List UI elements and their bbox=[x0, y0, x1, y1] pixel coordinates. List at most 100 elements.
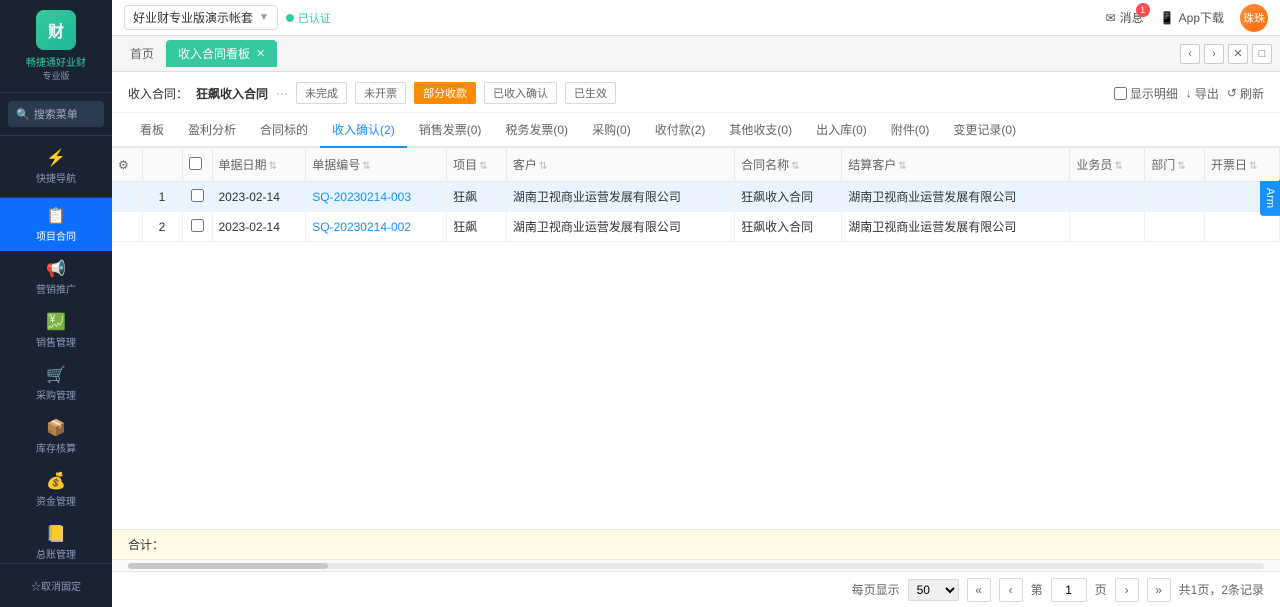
status-uninvoiced[interactable]: 未开票 bbox=[355, 82, 406, 104]
general-icon: 📒 bbox=[46, 524, 66, 544]
row-checkbox-1[interactable] bbox=[191, 189, 204, 202]
per-page-select[interactable]: 50 100 200 bbox=[908, 579, 959, 601]
sort-project-icon[interactable]: ⇅ bbox=[479, 161, 487, 172]
tab-contract-subject[interactable]: 合同标的 bbox=[248, 113, 320, 148]
col-contract-header[interactable]: 合同名称⇅ bbox=[735, 148, 842, 182]
app-download-button[interactable]: 📱 App下载 bbox=[1160, 9, 1224, 26]
col-date-header[interactable]: 单据日期⇅ bbox=[212, 148, 306, 182]
code-link-2[interactable]: SQ-20230214-002 bbox=[312, 220, 411, 234]
cell-settle-2: 湖南卫视商业运营发展有限公司 bbox=[842, 212, 1070, 242]
sidebar-item-purchase[interactable]: 🛒 采购管理 bbox=[0, 357, 112, 410]
user-avatar[interactable]: 珠珠 bbox=[1240, 4, 1268, 32]
cell-date-1: 2023-02-14 bbox=[212, 182, 306, 212]
tab-attachment[interactable]: 附件(0) bbox=[879, 113, 942, 148]
sort-code-icon[interactable]: ⇅ bbox=[362, 161, 370, 172]
tab-close-all-button[interactable]: ✕ bbox=[1228, 44, 1248, 64]
tab-menu-button[interactable]: □ bbox=[1252, 44, 1272, 64]
sort-dept-icon[interactable]: ⇅ bbox=[1177, 161, 1185, 172]
first-page-button[interactable]: « bbox=[967, 578, 991, 602]
tab-next-button[interactable]: › bbox=[1204, 44, 1224, 64]
col-sales-header[interactable]: 业务员⇅ bbox=[1070, 148, 1145, 182]
tab-kanban[interactable]: 看板 bbox=[128, 113, 176, 148]
col-opendate-header[interactable]: 开票日⇅ bbox=[1205, 148, 1280, 182]
tab-sales-invoice[interactable]: 销售发票(0) bbox=[407, 113, 494, 148]
tab-prev-button[interactable]: ‹ bbox=[1180, 44, 1200, 64]
sort-date-icon[interactable]: ⇅ bbox=[269, 161, 277, 172]
sidebar-item-project[interactable]: 📋 项目合同 bbox=[0, 198, 112, 251]
tab-revenue-confirm[interactable]: 收入确认(2) bbox=[320, 113, 407, 148]
refresh-icon: ↺ bbox=[1227, 86, 1237, 100]
status-partial-payment[interactable]: 部分收款 bbox=[414, 82, 476, 104]
table-row[interactable]: 1 2023-02-14 SQ-20230214-003 狂飙 湖南卫视商业运营… bbox=[112, 182, 1280, 212]
tab-close-button[interactable]: ✕ bbox=[256, 47, 265, 60]
sidebar-item-marketing[interactable]: 📢 营销推广 bbox=[0, 251, 112, 304]
tab-warehouse[interactable]: 出入库(0) bbox=[804, 113, 879, 148]
message-button[interactable]: ✉ 消息 1 bbox=[1106, 9, 1144, 26]
status-confirmed[interactable]: 已收入确认 bbox=[484, 82, 557, 104]
col-dept-header[interactable]: 部门⇅ bbox=[1145, 148, 1205, 182]
contract-more-button[interactable]: ··· bbox=[276, 86, 288, 100]
search-menu-button[interactable]: 🔍 搜索菜单 bbox=[8, 101, 104, 127]
tab-purchase[interactable]: 采购(0) bbox=[580, 113, 643, 148]
sidebar-item-general[interactable]: 📒 总账管理 bbox=[0, 516, 112, 563]
page-unit-post: 页 bbox=[1095, 581, 1107, 598]
show-detail-checkbox[interactable] bbox=[1114, 87, 1127, 100]
sidebar-item-fund[interactable]: 💰 资金管理 bbox=[0, 463, 112, 516]
export-button[interactable]: ↓ 导出 bbox=[1186, 85, 1219, 102]
col-code-header[interactable]: 单据编号⇅ bbox=[306, 148, 447, 182]
sort-settle-icon[interactable]: ⇅ bbox=[898, 161, 906, 172]
col-settings-header[interactable]: ⚙ bbox=[112, 148, 142, 182]
refresh-button[interactable]: ↺ 刷新 bbox=[1227, 85, 1264, 102]
tab-profit[interactable]: 盈利分析 bbox=[176, 113, 248, 148]
sales-icon: 💹 bbox=[46, 312, 66, 332]
cell-check-1 bbox=[182, 182, 212, 212]
scroll-thumb[interactable] bbox=[128, 563, 328, 569]
certified-badge: 已认证 bbox=[286, 10, 331, 26]
tab-payment[interactable]: 收付款(2) bbox=[643, 113, 718, 148]
scroll-track[interactable] bbox=[128, 563, 1264, 569]
sort-opendate-icon[interactable]: ⇅ bbox=[1249, 161, 1257, 172]
col-project-header[interactable]: 项目⇅ bbox=[447, 148, 507, 182]
unpin-button[interactable]: ☆取消固定 bbox=[0, 570, 112, 601]
sidebar-bottom: ☆取消固定 bbox=[0, 563, 112, 607]
sort-sales-icon[interactable]: ⇅ bbox=[1114, 161, 1122, 172]
active-tab[interactable]: 收入合同看板 ✕ bbox=[166, 40, 277, 67]
cell-settings-1 bbox=[112, 182, 142, 212]
sidebar-nav: 📋 项目合同 📢 营销推广 💹 销售管理 🛒 采购管理 📦 库存核算 💰 资金管… bbox=[0, 198, 112, 563]
home-tab[interactable]: 首页 bbox=[120, 41, 164, 66]
sidebar-item-inventory[interactable]: 📦 库存核算 bbox=[0, 410, 112, 463]
company-selector[interactable]: 好业财专业版演示帐套 ▼ bbox=[124, 5, 278, 30]
cell-check-2 bbox=[182, 212, 212, 242]
tab-change-log[interactable]: 变更记录(0) bbox=[941, 113, 1028, 148]
status-incomplete[interactable]: 未完成 bbox=[296, 82, 347, 104]
last-page-button[interactable]: » bbox=[1147, 578, 1171, 602]
message-icon: ✉ bbox=[1106, 11, 1116, 25]
tab-tax-invoice[interactable]: 税务发票(0) bbox=[493, 113, 580, 148]
tab-other-income[interactable]: 其他收支(0) bbox=[717, 113, 804, 148]
contract-header: 收入合同： 狂飙收入合同 ··· 未完成 未开票 部分收款 已收入确认 已生效 … bbox=[112, 72, 1280, 113]
code-link-1[interactable]: SQ-20230214-003 bbox=[312, 190, 411, 204]
cell-contract-2: 狂飙收入合同 bbox=[735, 212, 842, 242]
contract-title: 狂飙收入合同 bbox=[196, 85, 268, 102]
sort-contract-icon[interactable]: ⇅ bbox=[791, 161, 799, 172]
sidebar-item-sales[interactable]: 💹 销售管理 bbox=[0, 304, 112, 357]
col-seq-header bbox=[142, 148, 182, 182]
cell-project-2: 狂飙 bbox=[447, 212, 507, 242]
col-settle-header[interactable]: 结算客户⇅ bbox=[842, 148, 1070, 182]
prev-page-button[interactable]: ‹ bbox=[999, 578, 1023, 602]
next-page-button[interactable]: › bbox=[1115, 578, 1139, 602]
show-detail-toggle[interactable]: 显示明细 bbox=[1114, 85, 1178, 102]
row-checkbox-2[interactable] bbox=[191, 219, 204, 232]
select-all-checkbox[interactable] bbox=[189, 157, 202, 170]
topbar-right: ✉ 消息 1 📱 App下载 珠珠 bbox=[1106, 4, 1268, 32]
sidebar-search-area: 🔍 搜索菜单 bbox=[0, 93, 112, 136]
col-customer-header[interactable]: 客户⇅ bbox=[506, 148, 734, 182]
table-footer: 合计： bbox=[112, 529, 1280, 559]
sidebar-item-quick-nav[interactable]: ⚡ 快捷导航 bbox=[0, 140, 112, 193]
page-number-input[interactable] bbox=[1051, 578, 1087, 602]
status-effective[interactable]: 已生效 bbox=[565, 82, 616, 104]
cell-code-2: SQ-20230214-002 bbox=[306, 212, 447, 242]
table-row[interactable]: 2 2023-02-14 SQ-20230214-002 狂飙 湖南卫视商业运营… bbox=[112, 212, 1280, 242]
right-panel-button[interactable]: Arm bbox=[1260, 180, 1280, 216]
sort-customer-icon[interactable]: ⇅ bbox=[539, 161, 547, 172]
